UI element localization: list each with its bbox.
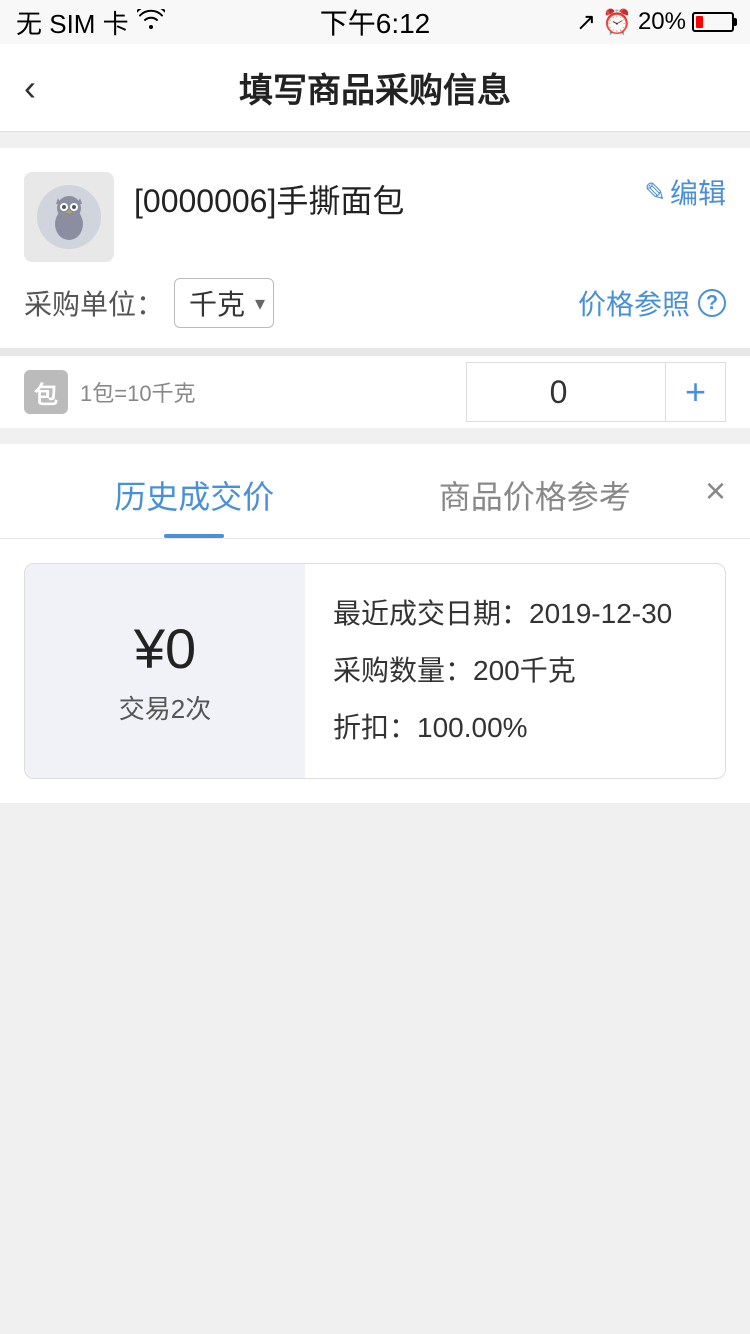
qty-plus-button[interactable]: + [666, 362, 726, 422]
battery-icon [692, 12, 734, 32]
price-ref-label: 价格参照 [578, 283, 690, 323]
page-title: 填写商品采购信息 [239, 63, 511, 112]
discount-label: 折扣： [333, 712, 417, 743]
tab-product-price-ref[interactable]: 商品价格参考 [364, 444, 704, 538]
quantity-row: 包 1包=10千克 + [0, 348, 750, 428]
location-icon: ↗ [576, 8, 596, 37]
back-button[interactable]: ‹ [24, 67, 36, 109]
package-icon: 包 [24, 370, 68, 414]
price-card-left: ¥0 交易2次 [25, 564, 305, 778]
unit-label: 采购单位： 千克 [24, 278, 274, 328]
recent-date-value: 2019-12-30 [529, 598, 672, 629]
price-ref-button[interactable]: 价格参照 ? [578, 283, 726, 323]
recent-date-row: 最近成交日期：2019-12-30 [333, 592, 697, 637]
price-transactions: 交易2次 [119, 689, 211, 726]
wifi-icon [137, 8, 165, 36]
price-symbol: ¥ [134, 617, 165, 680]
product-name: [0000006]手撕面包 [134, 172, 404, 222]
main-content: 无 SIM 卡 下午6:12 ↗ ⏰ 20% ‹ 填 [0, 0, 750, 1290]
recent-date-label: 最近成交日期： [333, 598, 529, 629]
status-bar: 无 SIM 卡 下午6:12 ↗ ⏰ 20% [0, 0, 750, 44]
battery-percent: 20% [638, 8, 686, 36]
product-unit-row: 采购单位： 千克 价格参照 ? [24, 278, 726, 328]
status-left: 无 SIM 卡 [16, 4, 165, 41]
quantity-value: 200千克 [473, 655, 576, 686]
unit-dropdown[interactable]: 千克 [174, 278, 274, 328]
product-top: [0000006]手撕面包 ✎ 编辑 [24, 172, 726, 262]
tab-header: 历史成交价 商品价格参考 × [0, 444, 750, 539]
tab1-label: 历史成交价 [114, 479, 274, 515]
status-time: 下午6:12 [320, 2, 431, 42]
product-card: [0000006]手撕面包 ✎ 编辑 采购单位： 千克 价格参照 ? [0, 148, 750, 348]
discount-value: 100.00% [417, 712, 528, 743]
product-info: [0000006]手撕面包 [134, 172, 404, 222]
unit-label-text: 采购单位： [24, 283, 164, 323]
product-logo [34, 182, 104, 252]
price-card: ¥0 交易2次 最近成交日期：2019-12-30 采购数量：200千克 折扣：… [24, 563, 726, 779]
tab-historical-price[interactable]: 历史成交价 [24, 444, 364, 538]
quantity-row-detail: 采购数量：200千克 [333, 649, 697, 694]
price-ref-icon: ? [698, 289, 726, 317]
tab-content-historical: ¥0 交易2次 最近成交日期：2019-12-30 采购数量：200千克 折扣：… [0, 539, 750, 803]
tab-close-button[interactable]: × [705, 453, 726, 529]
quantity-input[interactable] [466, 362, 666, 422]
edit-icon: ✎ [644, 177, 666, 208]
unit-value: 千克 [189, 283, 245, 323]
no-sim-text: 无 SIM 卡 [16, 4, 129, 41]
qty-controls: + [466, 362, 726, 422]
package-ratio: 1包=10千克 [80, 376, 196, 408]
tab-section: 历史成交价 商品价格参考 × ¥0 交易2次 最近成交日期：2019-12-30 [0, 444, 750, 803]
price-amount: ¥0 [134, 616, 196, 681]
qty-label: 包 1包=10千克 [24, 370, 196, 414]
nav-bar: ‹ 填写商品采购信息 [0, 44, 750, 132]
quantity-label: 采购数量： [333, 655, 473, 686]
tab2-label: 商品价格参考 [439, 479, 631, 515]
product-image [24, 172, 114, 262]
alarm-icon: ⏰ [602, 8, 632, 37]
price-card-right: 最近成交日期：2019-12-30 采购数量：200千克 折扣：100.00% [305, 564, 725, 778]
discount-row: 折扣：100.00% [333, 706, 697, 751]
price-value: 0 [165, 617, 196, 680]
status-right: ↗ ⏰ 20% [576, 8, 734, 37]
edit-button[interactable]: ✎ 编辑 [644, 172, 726, 212]
edit-label: 编辑 [670, 172, 726, 212]
product-left: [0000006]手撕面包 [24, 172, 404, 262]
